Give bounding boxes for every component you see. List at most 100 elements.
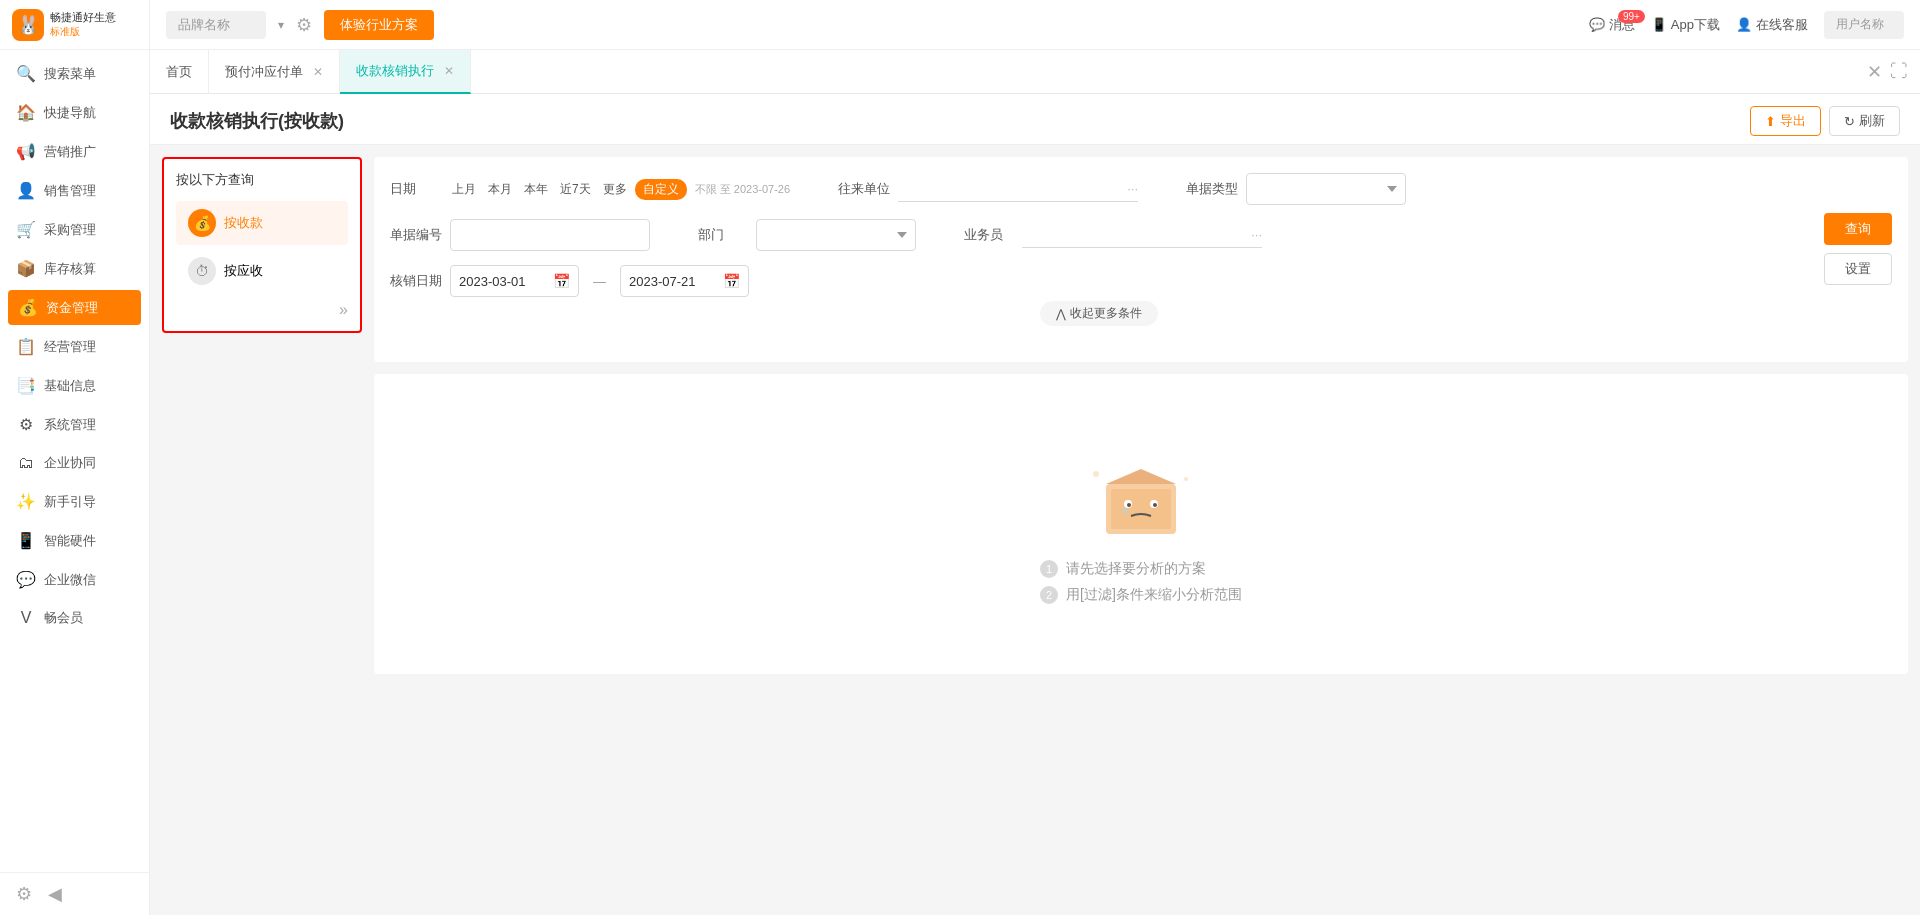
query-form-card: 日期 上月 本月 本年 近7天 更多 自定义 不限 至 2023-07-26: [374, 157, 1908, 362]
search-icon: 🔍: [16, 64, 36, 83]
writeoff-date-start-wrap: 📅: [450, 265, 579, 297]
export-button[interactable]: ⬆ 导出: [1750, 106, 1821, 136]
sidebar-item-operation-label: 经营管理: [44, 338, 96, 356]
empty-tip-2-text: 用[过滤]条件来缩小分析范围: [1066, 586, 1242, 604]
empty-illustration: [1081, 444, 1201, 544]
query-button[interactable]: 查询: [1824, 213, 1892, 245]
date-separator: —: [593, 274, 606, 289]
writeoff-date-start-calendar-icon[interactable]: 📅: [553, 273, 570, 289]
collapse-conditions-button[interactable]: ⋀ 收起更多条件: [1040, 301, 1158, 326]
shortcut-last-month[interactable]: 上月: [448, 179, 480, 200]
salesman-input[interactable]: [1022, 222, 1251, 247]
logo-text: 畅捷通好生意: [50, 10, 116, 24]
tab-home[interactable]: 首页: [150, 50, 209, 94]
sidebar-item-member[interactable]: V 畅会员: [0, 599, 149, 637]
sales-icon: 👤: [16, 181, 36, 200]
tab-close-icon[interactable]: ✕: [1867, 61, 1882, 83]
sidebar-item-smart-hw[interactable]: 📱 智能硬件: [0, 521, 149, 560]
tab-receipt-offset[interactable]: 收款核销执行 ✕: [340, 50, 471, 94]
doc-type-label: 单据类型: [1186, 180, 1238, 198]
writeoff-date-start-input[interactable]: [459, 274, 549, 289]
form-row-3: 核销日期 📅 — 📅: [390, 265, 1808, 297]
shortcut-custom[interactable]: 自定义: [635, 179, 687, 200]
salesman-field: 业务员 ···: [964, 222, 1262, 248]
basic-info-icon: 📑: [16, 376, 36, 395]
refresh-button[interactable]: ↻ 刷新: [1829, 106, 1900, 136]
app-icon: 📱: [1651, 17, 1667, 32]
filter-option-by-receivable[interactable]: ⏱ 按应收: [176, 249, 348, 293]
partner-field: 往来单位 ···: [838, 176, 1138, 202]
doc-no-input[interactable]: [450, 219, 650, 251]
settings-button[interactable]: 设置: [1824, 253, 1892, 285]
partner-label: 往来单位: [838, 180, 890, 198]
shortcut-this-year[interactable]: 本年: [520, 179, 552, 200]
purchase-icon: 🛒: [16, 220, 36, 239]
salesman-dots-icon[interactable]: ···: [1251, 227, 1262, 242]
doc-type-select[interactable]: [1246, 173, 1406, 205]
doc-no-label: 单据编号: [390, 226, 442, 244]
doc-type-field: 单据类型: [1186, 173, 1406, 205]
tab-prepay-offset[interactable]: 预付冲应付单 ✕: [209, 50, 340, 94]
empty-tips: 1 请先选择要分析的方案 2 用[过滤]条件来缩小分析范围: [1040, 560, 1242, 604]
partner-dots-icon[interactable]: ···: [1127, 181, 1138, 196]
sidebar-item-system[interactable]: ⚙ 系统管理: [0, 405, 149, 444]
solution-button[interactable]: 体验行业方案: [324, 10, 434, 40]
shortcut-more[interactable]: 更多: [599, 179, 631, 200]
tab-prepay-close[interactable]: ✕: [313, 65, 323, 79]
dept-select[interactable]: [756, 219, 916, 251]
sidebar-item-wx[interactable]: 💬 企业微信: [0, 560, 149, 599]
sidebar-item-inventory-label: 库存核算: [44, 260, 96, 278]
more-conditions-row: ⋀ 收起更多条件: [390, 301, 1808, 326]
form-row-1: 日期 上月 本月 本年 近7天 更多 自定义 不限 至 2023-07-26: [390, 173, 1808, 205]
date-shortcuts: 上月 本月 本年 近7天 更多 自定义 不限 至 2023-07-26: [448, 179, 790, 200]
partner-input[interactable]: [898, 176, 1127, 201]
sidebar-item-search[interactable]: 🔍 搜索菜单: [0, 54, 149, 93]
sidebar-item-inventory[interactable]: 📦 库存核算: [0, 249, 149, 288]
salesman-label: 业务员: [964, 226, 1014, 244]
logo-sub: 标准版: [50, 25, 116, 39]
cooperation-icon: 🗂: [16, 454, 36, 472]
writeoff-date-end-calendar-icon[interactable]: 📅: [723, 273, 740, 289]
filter-collapse-btn[interactable]: »: [176, 301, 348, 319]
writeoff-date-end-input[interactable]: [629, 274, 719, 289]
tab-receipt-close[interactable]: ✕: [444, 64, 454, 78]
date-field: 日期 上月 本月 本年 近7天 更多 自定义 不限 至 2023-07-26: [390, 179, 790, 200]
filter-option-by-receipt[interactable]: 💰 按收款: [176, 201, 348, 245]
brand-selector[interactable]: 品牌名称: [166, 11, 266, 39]
tab-expand-icon[interactable]: ⛶: [1890, 61, 1908, 82]
svg-rect-1: [1111, 489, 1171, 529]
settings-bottom-icon[interactable]: ⚙: [16, 883, 32, 905]
app-download-button[interactable]: 📱 App下载: [1651, 16, 1720, 34]
filter-panel: 按以下方查询 💰 按收款 ⏱ 按应收 »: [162, 157, 362, 333]
by-receivable-icon: ⏱: [188, 257, 216, 285]
results-area: 1 请先选择要分析的方案 2 用[过滤]条件来缩小分析范围: [374, 374, 1908, 674]
refresh-icon: ↻: [1844, 114, 1855, 129]
sidebar: 🐰 畅捷通好生意 标准版 🔍 搜索菜单 🏠 快捷导航 📢 营销推广 👤 销售管理…: [0, 0, 150, 915]
export-label: 导出: [1780, 112, 1806, 130]
message-button[interactable]: 💬 消息 99+: [1589, 16, 1635, 34]
sidebar-item-operation[interactable]: 📋 经营管理: [0, 327, 149, 366]
sidebar-item-guide[interactable]: ✨ 新手引导: [0, 482, 149, 521]
finance-icon: 💰: [18, 298, 38, 317]
online-service-button[interactable]: 👤 在线客服: [1736, 16, 1808, 34]
settings-gear-icon[interactable]: ⚙: [296, 14, 312, 36]
collapse-sidebar-icon[interactable]: ◀: [48, 883, 62, 905]
sidebar-item-basic-info[interactable]: 📑 基础信息: [0, 366, 149, 405]
sidebar-item-cooperation[interactable]: 🗂 企业协同: [0, 444, 149, 482]
shortcut-this-month[interactable]: 本月: [484, 179, 516, 200]
sidebar-item-quick-nav[interactable]: 🏠 快捷导航: [0, 93, 149, 132]
page-area: 收款核销执行(按收款) ⬆ 导出 ↻ 刷新 按以下方查询 💰 按收款: [150, 94, 1920, 915]
brand-dropdown-arrow[interactable]: ▾: [278, 18, 284, 32]
sidebar-item-marketing[interactable]: 📢 营销推广: [0, 132, 149, 171]
user-selector[interactable]: 用户名称: [1824, 11, 1904, 39]
shortcut-7days[interactable]: 近7天: [556, 179, 595, 200]
sidebar-item-purchase[interactable]: 🛒 采购管理: [0, 210, 149, 249]
sidebar-item-smart-hw-label: 智能硬件: [44, 532, 96, 550]
sidebar-item-search-label: 搜索菜单: [44, 65, 96, 83]
empty-tip-1: 1 请先选择要分析的方案: [1040, 560, 1242, 578]
sidebar-item-wx-label: 企业微信: [44, 571, 96, 589]
sidebar-item-finance[interactable]: 💰 资金管理: [8, 290, 141, 325]
sidebar-item-sales[interactable]: 👤 销售管理: [0, 171, 149, 210]
sidebar-item-sales-label: 销售管理: [44, 182, 96, 200]
filter-panel-title: 按以下方查询: [176, 171, 348, 189]
